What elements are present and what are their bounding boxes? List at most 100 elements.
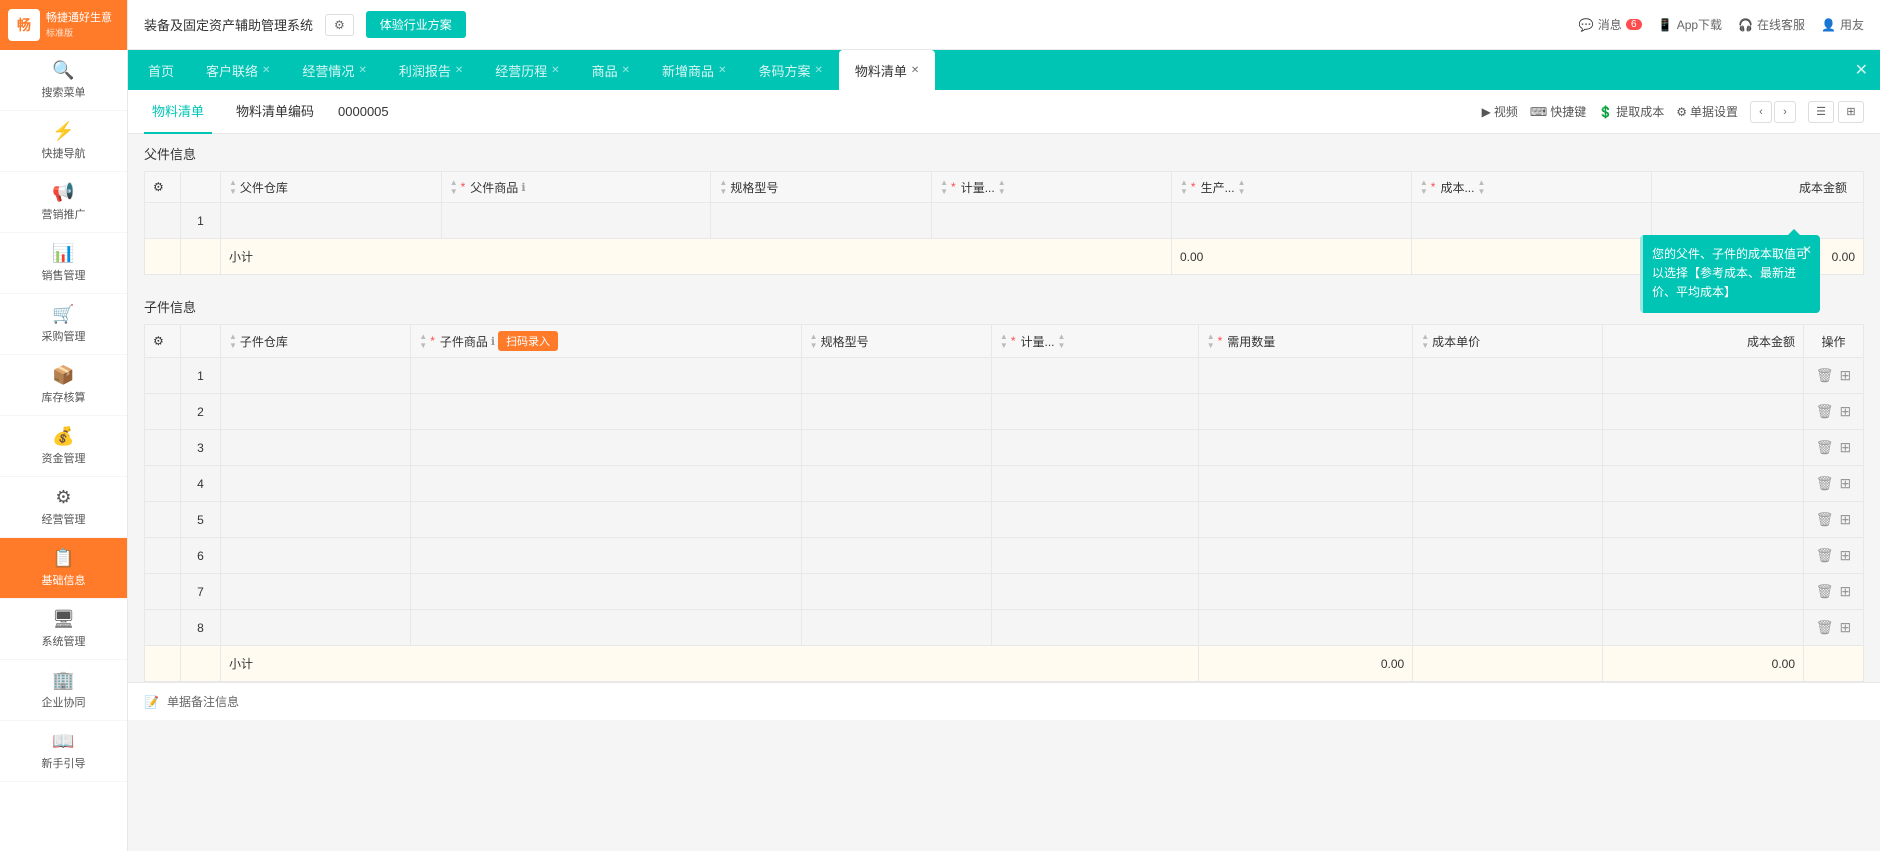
tab-operations[interactable]: 经营情况 ✕ <box>286 50 382 90</box>
sub-tab-bom-list[interactable]: 物料清单 <box>144 90 212 134</box>
copy-icon-5[interactable]: ⊞ <box>1840 511 1852 528</box>
child-row5-goods[interactable] <box>411 502 801 538</box>
delete-icon-8[interactable]: 🗑 <box>1816 619 1834 636</box>
warehouse-sort[interactable]: ▲▼ <box>229 178 237 196</box>
parent-row1-unit[interactable] <box>932 203 1172 239</box>
tab-home[interactable]: 首页 <box>132 50 190 90</box>
prod-sort2[interactable]: ▲▼ <box>1238 178 1246 196</box>
delete-icon-6[interactable]: 🗑 <box>1816 547 1834 564</box>
user-button[interactable]: 👤 用友 <box>1821 16 1864 33</box>
child-row2-unit-cost[interactable] <box>1413 394 1603 430</box>
child-row8-unit-cost[interactable] <box>1413 610 1603 646</box>
delete-icon-7[interactable]: 🗑 <box>1816 583 1834 600</box>
child-row7-spec[interactable] <box>801 574 991 610</box>
child-row6-spec[interactable] <box>801 538 991 574</box>
child-row1-spec[interactable] <box>801 358 991 394</box>
sidebar-item-system[interactable]: 🖥 系统管理 <box>0 599 127 660</box>
child-unit-sort2[interactable]: ▲▼ <box>1058 332 1066 350</box>
child-row5-qty[interactable] <box>1198 502 1413 538</box>
grid-view-button[interactable]: ⊞ <box>1838 101 1864 123</box>
settings-gear-icon[interactable]: ⚙ <box>153 180 164 194</box>
child-goods-info-icon[interactable]: ℹ <box>491 335 495 348</box>
tab-profit-close[interactable]: ✕ <box>455 65 463 76</box>
copy-icon-8[interactable]: ⊞ <box>1840 619 1852 636</box>
prev-arrow[interactable]: ‹ <box>1750 101 1772 123</box>
child-warehouse-sort[interactable]: ▲▼ <box>229 332 237 350</box>
settings-button[interactable]: ⚙ <box>325 14 354 36</box>
copy-icon-3[interactable]: ⊞ <box>1840 439 1852 456</box>
child-row7-qty[interactable] <box>1198 574 1413 610</box>
video-button[interactable]: ▶ 视频 <box>1482 103 1518 120</box>
list-view-button[interactable]: ☰ <box>1808 101 1834 123</box>
delete-icon-3[interactable]: 🗑 <box>1816 439 1834 456</box>
tab-goods-close[interactable]: ✕ <box>622 65 630 76</box>
child-row6-goods[interactable] <box>411 538 801 574</box>
copy-icon-6[interactable]: ⊞ <box>1840 547 1852 564</box>
delete-icon-5[interactable]: 🗑 <box>1816 511 1834 528</box>
sidebar-item-purchase[interactable]: 🛒 采购管理 <box>0 294 127 355</box>
tab-customer-close[interactable]: ✕ <box>262 65 270 76</box>
child-row1-unit-cost[interactable] <box>1413 358 1603 394</box>
child-goods-sort[interactable]: ▲▼ <box>419 332 427 350</box>
online-service-button[interactable]: 🎧 在线客服 <box>1738 16 1805 33</box>
tab-operations-close[interactable]: ✕ <box>358 65 366 76</box>
child-row3-unit-cost[interactable] <box>1413 430 1603 466</box>
sidebar-item-marketing[interactable]: 📢 营销推广 <box>0 172 127 233</box>
next-arrow[interactable]: › <box>1774 101 1796 123</box>
child-row3-warehouse[interactable] <box>221 430 411 466</box>
parent-row1-production[interactable] <box>1171 203 1411 239</box>
parent-row1-warehouse[interactable] <box>221 203 442 239</box>
sidebar-item-inventory[interactable]: 📦 库存核算 <box>0 355 127 416</box>
child-row1-goods[interactable] <box>411 358 801 394</box>
child-row7-unit-cost[interactable] <box>1413 574 1603 610</box>
parent-row1-cost[interactable] <box>1411 203 1651 239</box>
child-settings-icon[interactable]: ⚙ <box>153 334 164 348</box>
child-row5-unit[interactable] <box>991 502 1198 538</box>
tab-new-goods[interactable]: 新增商品 ✕ <box>646 50 742 90</box>
sidebar-item-search[interactable]: 🔍 搜索菜单 <box>0 50 127 111</box>
child-row3-unit[interactable] <box>991 430 1198 466</box>
sidebar-item-quick-nav[interactable]: ⚡ 快捷导航 <box>0 111 127 172</box>
child-row4-qty[interactable] <box>1198 466 1413 502</box>
tab-barcode[interactable]: 条码方案 ✕ <box>742 50 838 90</box>
tab-history[interactable]: 经营历程 ✕ <box>479 50 575 90</box>
tab-history-close[interactable]: ✕ <box>551 65 559 76</box>
child-row8-qty[interactable] <box>1198 610 1413 646</box>
child-qty-sort[interactable]: ▲▼ <box>1207 332 1215 350</box>
sidebar-item-basic[interactable]: 📋 基础信息 <box>0 538 127 599</box>
parent-row1-spec[interactable] <box>711 203 932 239</box>
child-row3-qty[interactable] <box>1198 430 1413 466</box>
child-row6-qty[interactable] <box>1198 538 1413 574</box>
sidebar-item-sales[interactable]: 📊 销售管理 <box>0 233 127 294</box>
spec-sort[interactable]: ▲▼ <box>719 178 727 196</box>
child-row8-goods[interactable] <box>411 610 801 646</box>
child-row4-goods[interactable] <box>411 466 801 502</box>
child-row8-unit[interactable] <box>991 610 1198 646</box>
copy-icon-4[interactable]: ⊞ <box>1840 475 1852 492</box>
tab-goods[interactable]: 商品 ✕ <box>576 50 646 90</box>
copy-icon-7[interactable]: ⊞ <box>1840 583 1852 600</box>
unit-sort2[interactable]: ▲▼ <box>998 178 1006 196</box>
shortcut-button[interactable]: ⌨ 快捷键 <box>1530 103 1586 120</box>
child-row4-unit[interactable] <box>991 466 1198 502</box>
single-settings-button[interactable]: ⚙ 单据设置 <box>1676 103 1738 120</box>
child-row2-qty[interactable] <box>1198 394 1413 430</box>
copy-icon-1[interactable]: ⊞ <box>1840 367 1852 384</box>
child-row7-goods[interactable] <box>411 574 801 610</box>
child-row6-unit-cost[interactable] <box>1413 538 1603 574</box>
child-row2-unit[interactable] <box>991 394 1198 430</box>
copy-icon-2[interactable]: ⊞ <box>1840 403 1852 420</box>
child-row3-spec[interactable] <box>801 430 991 466</box>
sub-tab-bom-code[interactable]: 物料清单编码 <box>228 90 322 134</box>
child-row4-warehouse[interactable] <box>221 466 411 502</box>
child-row7-warehouse[interactable] <box>221 574 411 610</box>
tooltip-close-button[interactable]: ✕ <box>1802 241 1812 260</box>
tab-customer[interactable]: 客户联络 ✕ <box>190 50 286 90</box>
child-row1-warehouse[interactable] <box>221 358 411 394</box>
child-unit-sort[interactable]: ▲▼ <box>1000 332 1008 350</box>
app-download-button[interactable]: 📱 App下载 <box>1658 16 1722 33</box>
scan-button[interactable]: 扫码录入 <box>498 331 558 351</box>
child-row1-unit[interactable] <box>991 358 1198 394</box>
tab-bom-close[interactable]: ✕ <box>911 65 919 76</box>
sidebar-logo[interactable]: 畅 畅捷通好生意 标准版 <box>0 0 127 50</box>
